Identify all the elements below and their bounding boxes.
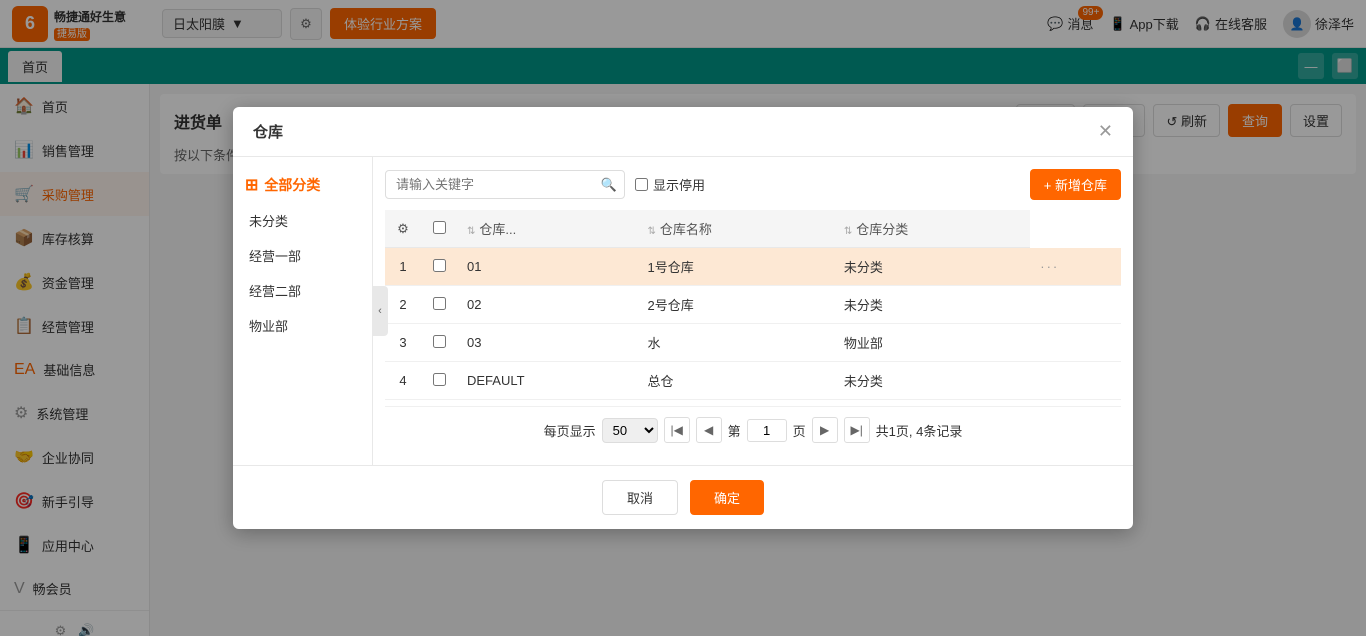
col-name: ⇅仓库名称 [637,210,833,248]
select-all-checkbox[interactable] [433,221,446,234]
row-1-code: 01 [457,248,637,286]
page-unit: 页 [793,421,806,440]
prev-page-button[interactable]: ◀ [696,417,722,443]
row-1-checkbox[interactable] [433,259,446,272]
row-1-more[interactable]: ··· [1030,248,1121,286]
modal-body: ⊞ 全部分类 未分类 经营一部 经营二部 物业部 ‹ 🔍 [233,157,1133,465]
category-item-unclassified[interactable]: 未分类 [233,203,372,238]
modal-overlay: 仓库 ✕ ⊞ 全部分类 未分类 经营一部 经营二部 物业部 ‹ [0,0,1366,636]
category-item-property[interactable]: 物业部 [233,308,372,343]
row-3-category: 物业部 [834,324,1030,362]
table-row[interactable]: 1 01 1号仓库 未分类 ··· [385,248,1121,286]
pagination-bar: 每页显示 50 10 20 100 |◀ ◀ 第 页 ▶ ▶| 共1页, 4条记… [385,406,1121,453]
category-item-ops2[interactable]: 经营二部 [233,273,372,308]
per-page-select[interactable]: 50 10 20 100 [602,418,658,443]
sort-icon-category: ⇅ [844,226,852,237]
table-row[interactable]: 3 03 水 物业部 [385,324,1121,362]
row-2-code: 02 [457,286,637,324]
per-page-label: 每页显示 [544,421,596,440]
pagination-info: 共1页, 4条记录 [876,421,963,440]
row-num-2: 2 [385,286,421,324]
row-num-1: 1 [385,248,421,286]
page-label: 第 [728,421,741,440]
modal-title: 仓库 [253,121,283,142]
modal-footer: 取消 确定 [233,465,1133,529]
last-page-button[interactable]: ▶| [844,417,870,443]
sort-icon-code: ⇅ [467,226,475,237]
sort-icon-name: ⇅ [647,226,655,237]
row-4-checkbox[interactable] [433,373,446,386]
settings-col-icon: ⚙ [397,221,409,236]
row-3-checkbox[interactable] [433,335,446,348]
category-header: ⊞ 全部分类 [233,167,372,203]
modal-category-sidebar: ⊞ 全部分类 未分类 经营一部 经营二部 物业部 ‹ [233,157,373,465]
row-1-name: 1号仓库 [637,248,833,286]
row-4-name: 总仓 [637,362,833,400]
show-disabled-wrap: 显示停用 [635,175,705,194]
new-warehouse-button[interactable]: + 新增仓库 [1030,169,1121,200]
modal-search-bar: 🔍 显示停用 + 新增仓库 [385,169,1121,200]
next-page-button[interactable]: ▶ [812,417,838,443]
col-code: ⇅仓库... [457,210,637,248]
warehouse-table: ⚙ ⇅仓库... ⇅仓库名称 ⇅仓库分类 1 01 [385,210,1121,400]
sidebar-collapse-button[interactable]: ‹ [372,286,388,336]
modal-header: 仓库 ✕ [233,107,1133,157]
warehouse-modal: 仓库 ✕ ⊞ 全部分类 未分类 经营一部 经营二部 物业部 ‹ [233,107,1133,529]
row-num-3: 3 [385,324,421,362]
page-input[interactable] [747,419,787,442]
search-input[interactable] [385,170,625,199]
row-3-code: 03 [457,324,637,362]
col-category: ⇅仓库分类 [834,210,1030,248]
modal-close-button[interactable]: ✕ [1098,121,1113,142]
table-row[interactable]: 4 DEFAULT 总仓 未分类 [385,362,1121,400]
search-input-wrap: 🔍 [385,170,625,199]
row-4-code: DEFAULT [457,362,637,400]
row-num-4: 4 [385,362,421,400]
row-1-category: 未分类 [834,248,1030,286]
show-disabled-checkbox[interactable] [635,178,648,191]
cancel-button[interactable]: 取消 [602,480,678,515]
confirm-button[interactable]: 确定 [690,480,764,515]
grid-icon: ⊞ [245,175,258,195]
row-4-category: 未分类 [834,362,1030,400]
col-settings: ⚙ [385,210,421,248]
modal-main-content: 🔍 显示停用 + 新增仓库 ⚙ [373,157,1133,465]
row-2-checkbox[interactable] [433,297,446,310]
row-2-name: 2号仓库 [637,286,833,324]
table-row[interactable]: 2 02 2号仓库 未分类 [385,286,1121,324]
row-2-category: 未分类 [834,286,1030,324]
row-3-name: 水 [637,324,833,362]
category-item-ops1[interactable]: 经营一部 [233,238,372,273]
col-checkbox [421,210,457,248]
search-icon[interactable]: 🔍 [601,177,617,193]
first-page-button[interactable]: |◀ [664,417,690,443]
